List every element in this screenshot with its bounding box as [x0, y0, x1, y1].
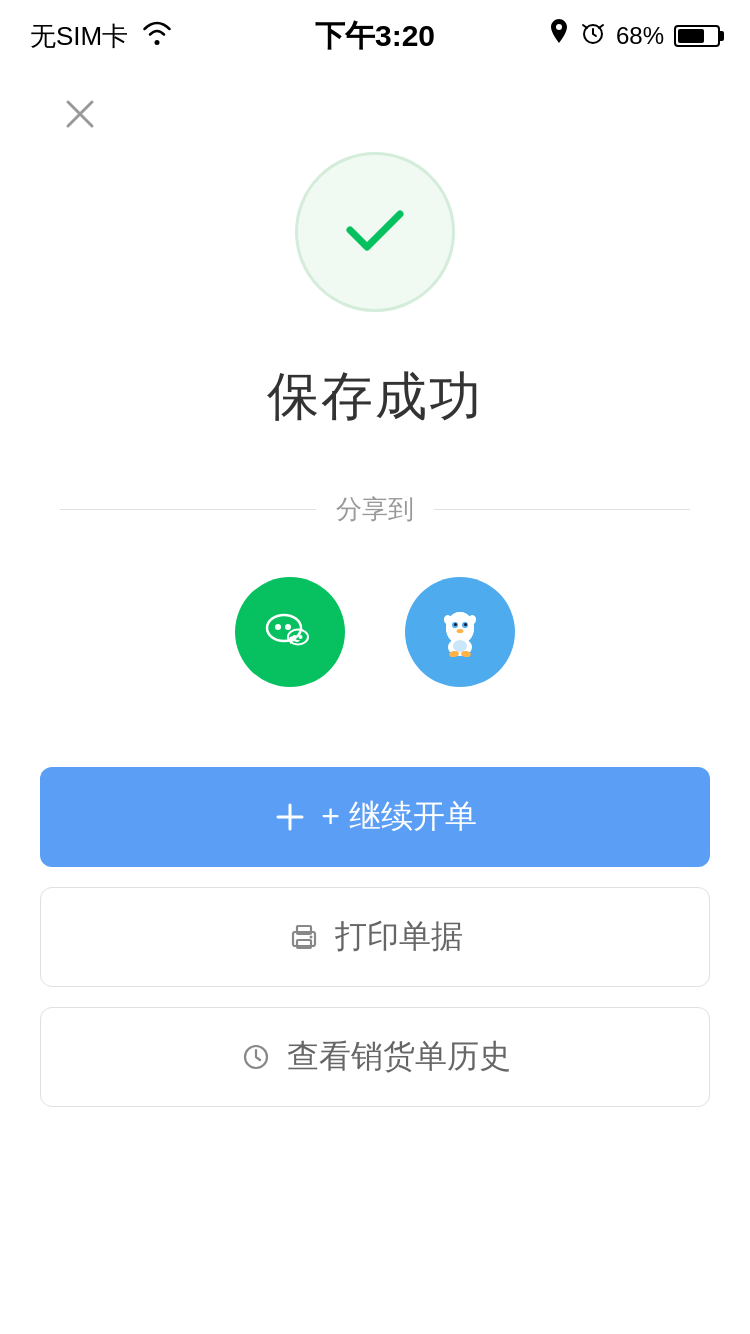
wechat-share-button[interactable]	[235, 577, 345, 687]
svg-point-14	[464, 623, 467, 626]
history-button[interactable]: 查看销货单历史	[40, 1007, 710, 1107]
location-icon	[548, 19, 570, 53]
close-button[interactable]	[50, 84, 110, 144]
svg-point-4	[275, 624, 281, 630]
checkmark-icon	[335, 190, 415, 274]
status-bar: 无SIM卡 下午3:20 68%	[0, 0, 750, 72]
share-divider: 分享到	[60, 492, 690, 527]
success-icon-circle	[295, 152, 455, 312]
carrier-text: 无SIM卡	[30, 19, 128, 54]
divider-right	[434, 509, 690, 510]
svg-point-7	[293, 635, 297, 639]
status-time: 下午3:20	[315, 16, 435, 57]
history-icon	[239, 1040, 273, 1074]
print-button[interactable]: 打印单据	[40, 887, 710, 987]
wifi-icon	[140, 20, 174, 53]
svg-point-5	[285, 624, 291, 630]
print-label: 打印单据	[335, 915, 463, 959]
continue-label: + 继续开单	[321, 795, 477, 839]
divider-left	[60, 509, 316, 510]
svg-point-8	[299, 635, 303, 639]
svg-point-15	[457, 629, 464, 633]
battery-icon	[674, 25, 720, 47]
success-title: 保存成功	[267, 362, 483, 432]
continue-button[interactable]: + 继续开单	[40, 767, 710, 867]
print-icon	[287, 920, 321, 954]
plus-icon	[273, 800, 307, 834]
history-label: 查看销货单历史	[287, 1035, 511, 1079]
action-buttons: + 继续开单 打印单据 查看销货单历史	[0, 767, 750, 1107]
main-content: 保存成功 分享到	[0, 72, 750, 1107]
svg-point-27	[310, 936, 313, 939]
status-right: 68%	[548, 19, 720, 53]
svg-point-19	[453, 640, 467, 652]
share-section: 分享到	[0, 492, 750, 707]
status-left: 无SIM卡	[30, 19, 174, 54]
qq-share-button[interactable]	[405, 577, 515, 687]
battery-percent: 68%	[616, 22, 664, 50]
share-icons	[235, 577, 515, 687]
share-label: 分享到	[336, 492, 414, 527]
alarm-icon	[580, 20, 606, 52]
svg-point-13	[454, 623, 457, 626]
